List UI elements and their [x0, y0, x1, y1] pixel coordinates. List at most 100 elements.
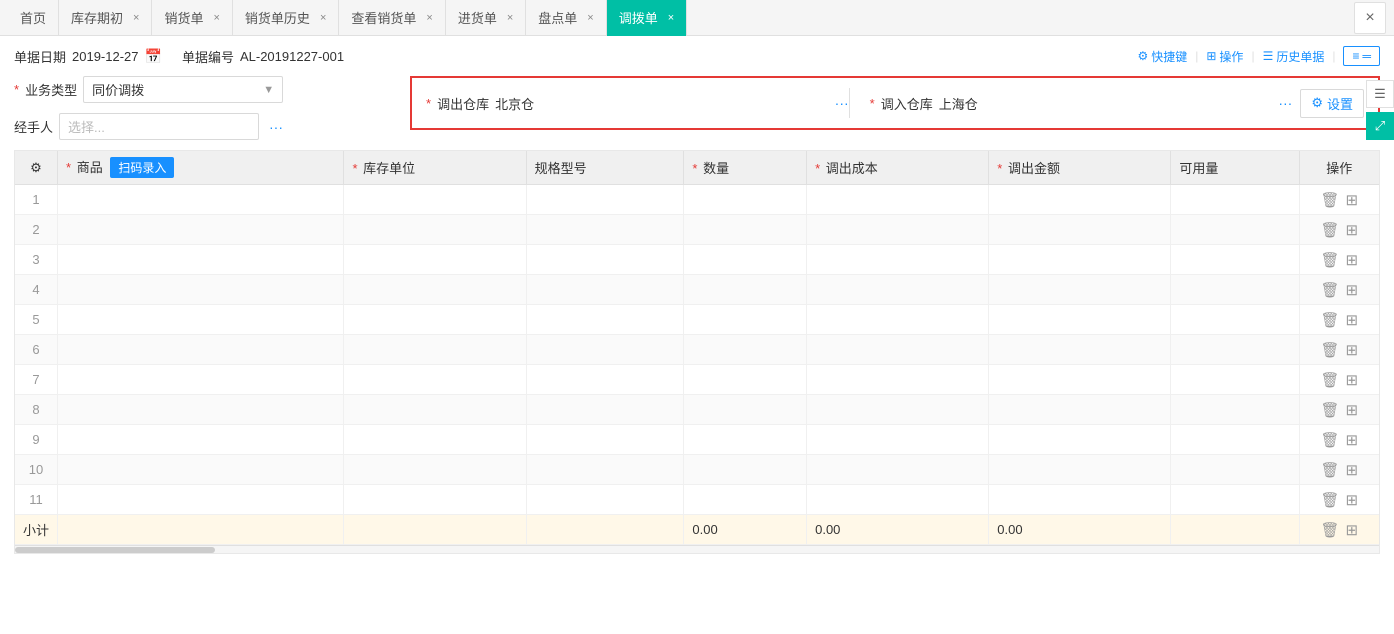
tab-transfer[interactable]: 调拨单 × [607, 0, 687, 36]
cell-cost[interactable] [807, 365, 989, 395]
cell-qty[interactable] [684, 335, 807, 365]
tab-purchase-close[interactable]: × [507, 12, 513, 24]
cell-amount[interactable] [989, 185, 1171, 215]
cell-cost[interactable] [807, 245, 989, 275]
cell-unit[interactable] [344, 395, 526, 425]
cell-product[interactable] [58, 335, 344, 365]
cell-spec[interactable] [526, 245, 684, 275]
cell-available[interactable] [1171, 215, 1299, 245]
delete-icon[interactable]: 🗑 [1320, 401, 1339, 419]
history-button[interactable]: ☰ 历史单据 [1263, 48, 1325, 65]
subtotal-copy-icon[interactable]: ⊞ [1345, 521, 1358, 539]
copy-icon[interactable]: ⊞ [1345, 401, 1358, 419]
tab-sales-order[interactable]: 销货单 × [152, 0, 232, 36]
cell-qty[interactable] [684, 275, 807, 305]
tab-sales-history[interactable]: 销货单历史 × [233, 0, 339, 36]
cell-available[interactable] [1171, 425, 1299, 455]
cell-cost[interactable] [807, 215, 989, 245]
tab-transfer-close[interactable]: × [668, 12, 674, 24]
cell-amount[interactable] [989, 335, 1171, 365]
delete-icon[interactable]: 🗑 [1320, 251, 1339, 269]
cell-qty[interactable] [684, 185, 807, 215]
cell-unit[interactable] [344, 215, 526, 245]
cell-product[interactable] [58, 305, 344, 335]
cell-spec[interactable] [526, 455, 684, 485]
cell-available[interactable] [1171, 455, 1299, 485]
cell-amount[interactable] [989, 395, 1171, 425]
copy-icon[interactable]: ⊞ [1345, 371, 1358, 389]
cell-qty[interactable] [684, 215, 807, 245]
cell-unit[interactable] [344, 185, 526, 215]
delete-icon[interactable]: 🗑 [1320, 431, 1339, 449]
cell-cost[interactable] [807, 485, 989, 515]
delete-icon[interactable]: 🗑 [1320, 191, 1339, 209]
cell-unit[interactable] [344, 485, 526, 515]
warehouse-settings-button[interactable]: ⚙ 设置 [1300, 89, 1364, 118]
cell-qty[interactable] [684, 425, 807, 455]
tab-home[interactable]: 首页 [8, 0, 59, 36]
cell-amount[interactable] [989, 365, 1171, 395]
cell-available[interactable] [1171, 305, 1299, 335]
delete-icon[interactable]: 🗑 [1320, 461, 1339, 479]
cell-spec[interactable] [526, 215, 684, 245]
tab-inventory-close[interactable]: × [133, 12, 139, 24]
handler-select[interactable]: 选择... [59, 113, 259, 140]
cell-product[interactable] [58, 425, 344, 455]
cell-product[interactable] [58, 275, 344, 305]
cell-cost[interactable] [807, 305, 989, 335]
cell-available[interactable] [1171, 395, 1299, 425]
cell-spec[interactable] [526, 395, 684, 425]
cell-spec[interactable] [526, 425, 684, 455]
cell-unit[interactable] [344, 305, 526, 335]
business-type-select[interactable]: 同价调拨 ▼ [83, 76, 283, 103]
cell-available[interactable] [1171, 275, 1299, 305]
cell-available[interactable] [1171, 185, 1299, 215]
out-warehouse-more-icon[interactable]: ··· [835, 95, 849, 111]
cell-product[interactable] [58, 455, 344, 485]
subtotal-delete-icon[interactable]: 🗑 [1320, 521, 1339, 539]
cell-product[interactable] [58, 485, 344, 515]
tab-purchase[interactable]: 进货单 × [446, 0, 526, 36]
th-gear[interactable]: ⚙ [15, 151, 58, 185]
settings-button[interactable]: ≡ ═ [1343, 46, 1380, 66]
close-all-button[interactable]: × [1354, 2, 1386, 34]
delete-icon[interactable]: 🗑 [1320, 311, 1339, 329]
cell-cost[interactable] [807, 185, 989, 215]
cell-product[interactable] [58, 395, 344, 425]
cell-cost[interactable] [807, 335, 989, 365]
handler-more-icon[interactable]: ··· [269, 119, 283, 135]
copy-icon[interactable]: ⊞ [1345, 461, 1358, 479]
cell-product[interactable] [58, 245, 344, 275]
cell-qty[interactable] [684, 455, 807, 485]
tab-view-sales[interactable]: 查看销货单 × [339, 0, 445, 36]
tab-view-sales-close[interactable]: × [426, 12, 432, 24]
cell-amount[interactable] [989, 275, 1171, 305]
copy-icon[interactable]: ⊞ [1345, 311, 1358, 329]
cell-unit[interactable] [344, 245, 526, 275]
cell-qty[interactable] [684, 245, 807, 275]
cell-spec[interactable] [526, 185, 684, 215]
cell-amount[interactable] [989, 425, 1171, 455]
copy-icon[interactable]: ⊞ [1345, 491, 1358, 509]
cell-spec[interactable] [526, 485, 684, 515]
cell-amount[interactable] [989, 455, 1171, 485]
tab-stocktake[interactable]: 盘点单 × [526, 0, 606, 36]
delete-icon[interactable]: 🗑 [1320, 341, 1339, 359]
copy-icon[interactable]: ⊞ [1345, 431, 1358, 449]
sidebar-expand-button[interactable]: ⤢ [1366, 112, 1394, 140]
cell-available[interactable] [1171, 485, 1299, 515]
cell-cost[interactable] [807, 425, 989, 455]
cell-product[interactable] [58, 365, 344, 395]
delete-icon[interactable]: 🗑 [1320, 221, 1339, 239]
cell-qty[interactable] [684, 395, 807, 425]
cell-spec[interactable] [526, 275, 684, 305]
calendar-icon[interactable]: 📅 [145, 48, 162, 65]
tab-sales-close[interactable]: × [213, 12, 219, 24]
cell-unit[interactable] [344, 365, 526, 395]
copy-icon[interactable]: ⊞ [1345, 281, 1358, 299]
cell-amount[interactable] [989, 215, 1171, 245]
cell-cost[interactable] [807, 455, 989, 485]
delete-icon[interactable]: 🗑 [1320, 491, 1339, 509]
delete-icon[interactable]: 🗑 [1320, 281, 1339, 299]
cell-amount[interactable] [989, 305, 1171, 335]
